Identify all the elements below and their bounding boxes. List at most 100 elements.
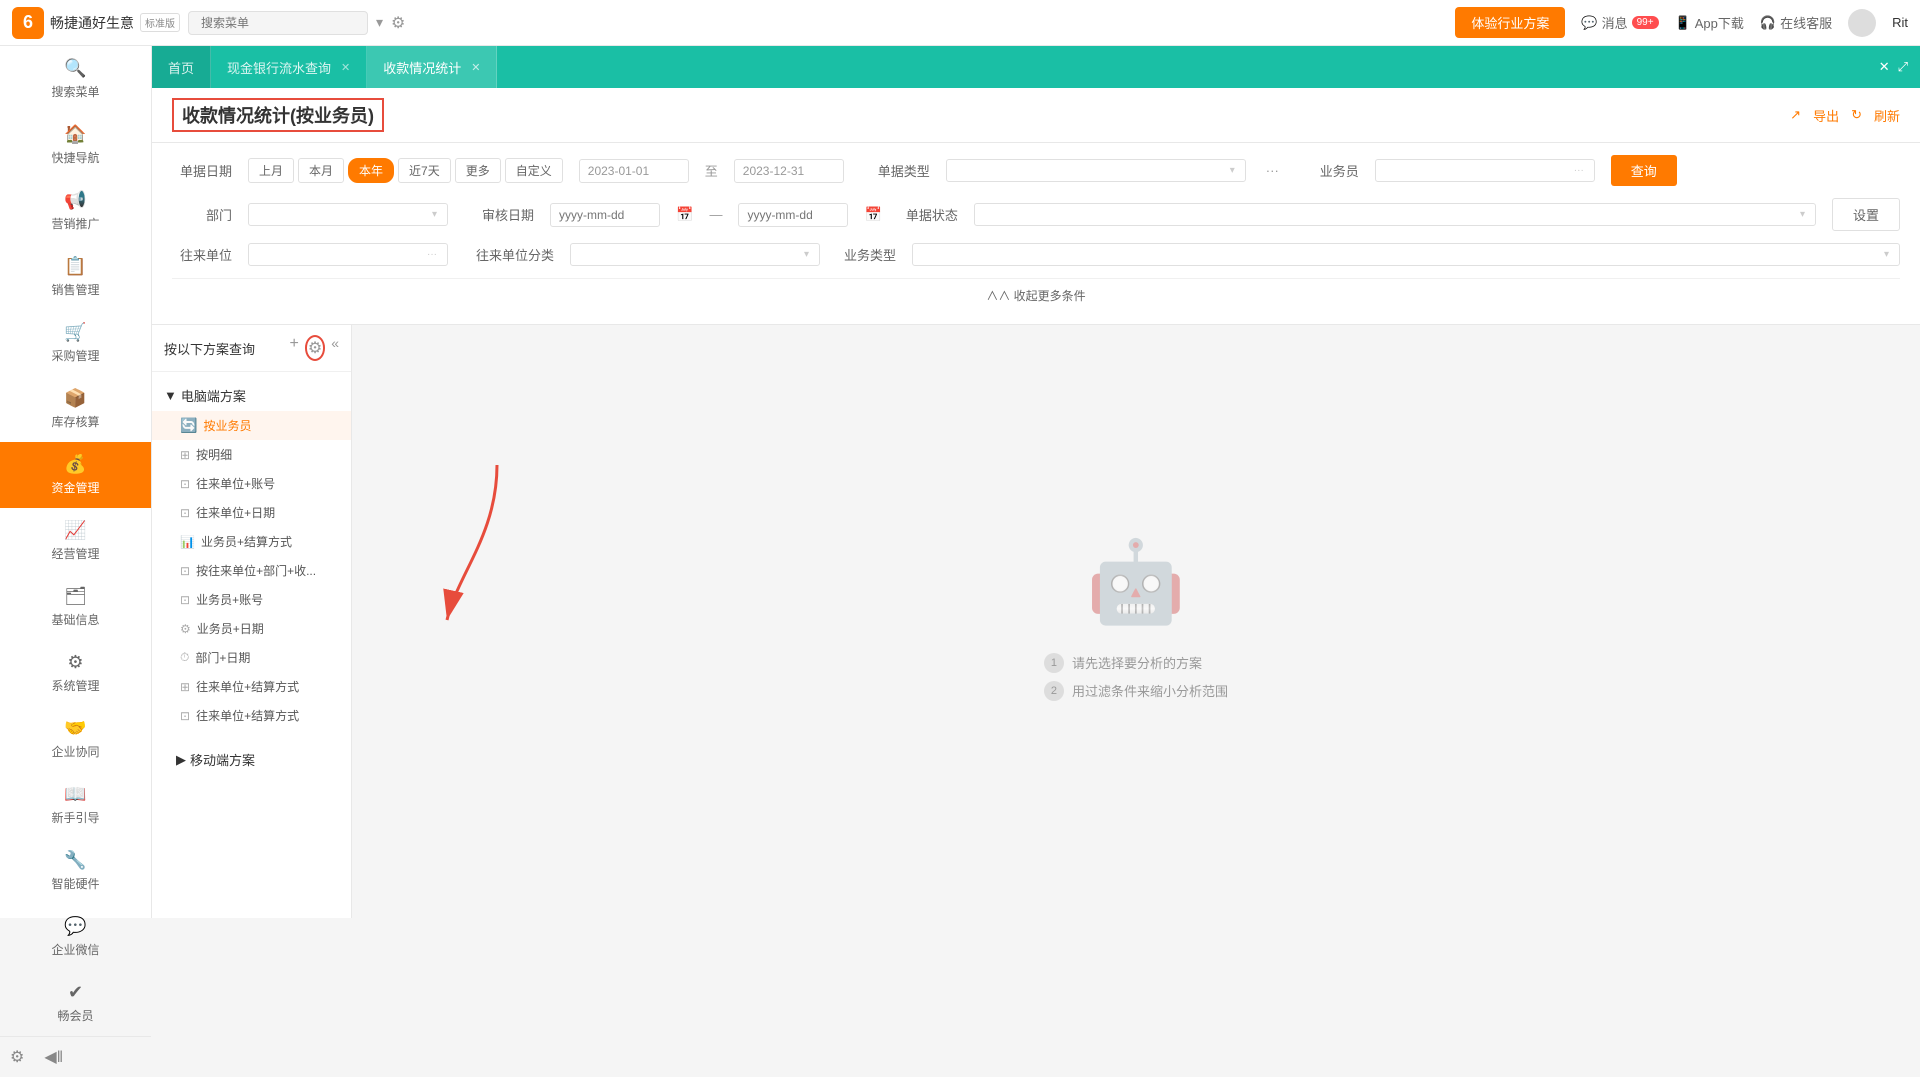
panel-header: 按以下方案查询 + ⚙ « [152,325,351,372]
hint-num-2: 2 [1044,681,1064,701]
review-end-input[interactable] [738,203,848,227]
add-scheme-icon[interactable]: + [290,335,299,361]
date-quick-select: 上月 本月 本年 近7天 更多 自定义 [248,158,563,183]
sidebar-item-basic[interactable]: 🗂 基础信息 [0,574,151,640]
sidebar-collapse-icon[interactable]: ◀‖ [34,1037,73,1077]
partner-settle2-icon: ⊡ [180,709,190,723]
ops-icon: 📈 [64,520,86,541]
sidebar-label-basic: 基础信息 [51,611,99,628]
date-btn-this-month[interactable]: 本月 [298,158,344,183]
sidebar-item-marketing[interactable]: 📢 营销推广 [0,178,151,244]
tree-item-salesman-settle[interactable]: 📊 业务员+结算方式 [152,527,351,556]
tree-item-partner-date-label: 往来单位+日期 [196,504,275,521]
date-btn-custom[interactable]: 自定义 [505,158,563,183]
sidebar-item-member[interactable]: ✔ 畅会员 [0,970,151,1036]
tree-header-desktop[interactable]: ▼ 电脑端方案 [152,380,351,411]
sidebar-item-system[interactable]: ⚙ 系统管理 [0,640,151,706]
tree-item-partner-settle2[interactable]: ⊡ 往来单位+结算方式 [152,701,351,730]
trial-button[interactable]: 体验行业方案 [1455,7,1565,38]
panel-actions: + ⚙ « [290,335,339,361]
doc-type-select[interactable]: ▾ [946,159,1246,182]
tree-item-dept-date[interactable]: ⏱ 部门+日期 [152,643,351,672]
tab-home[interactable]: 首页 [152,46,211,88]
logo-icon: 6 [12,7,44,39]
tree-item-partner-date[interactable]: ⊡ 往来单位+日期 [152,498,351,527]
tree-item-partner-settle1[interactable]: ⊞ 往来单位+结算方式 [152,672,351,701]
tree-item-detail[interactable]: ⊞ 按明细 [152,440,351,469]
tree-item-salesman-date[interactable]: ⚙ 业务员+日期 [152,614,351,643]
tree-item-dept-date-label: 部门+日期 [195,649,250,666]
export-icon: ↗ [1790,107,1801,123]
settings-button[interactable]: 设置 [1832,198,1900,231]
search-row-1: 单据日期 上月 本月 本年 近7天 更多 自定义 至 单据类型 [172,155,1900,186]
tree-item-partner-dept[interactable]: ⊡ 按往来单位+部门+收... [152,556,351,585]
collapse-panel-icon[interactable]: « [331,335,339,361]
doc-status-select[interactable]: ▾ [974,203,1816,226]
sidebar-item-hardware[interactable]: 🔧 智能硬件 [0,838,151,904]
tab-expand-icon[interactable]: ⤢ [1898,59,1908,75]
gear-scheme-icon[interactable]: ⚙ [305,335,325,361]
dropdown-arrow-icon[interactable]: ▾ [376,14,383,31]
biz-type-label: 业务类型 [836,245,896,264]
partner-type-arrow-icon: ▾ [804,249,809,260]
refresh-button[interactable]: 刷新 [1874,106,1900,125]
main-right: 🤖 1 请先选择要分析的方案 2 用过滤条件来缩小分析范围 [352,325,1920,918]
sidebar-settings-icon[interactable]: ⚙ [0,1037,34,1077]
app-download-action[interactable]: 📱 App下载 [1675,13,1744,32]
tab-close-all-icon[interactable]: ✕ [1879,59,1890,75]
dept-select[interactable]: ▾ [248,203,448,226]
header-left: 6 畅捷通好生意 标准版 ▾ ⚙ [12,7,405,39]
tab-bank[interactable]: 现金银行流水查询 ✕ [211,46,367,88]
date-btn-last-month[interactable]: 上月 [248,158,294,183]
search-panel: 单据日期 上月 本月 本年 近7天 更多 自定义 至 单据类型 [152,143,1920,325]
date-end-input[interactable] [734,159,844,183]
tab-bank-close-icon[interactable]: ✕ [341,61,350,74]
sidebar: 🔍 搜索菜单 🏠 快捷导航 📢 营销推广 📋 销售管理 🛒 采购管理 📦 库存核… [0,46,152,918]
salesman-arrow-icon: ··· [1574,165,1584,176]
sidebar-label-wechat: 企业微信 [51,941,99,958]
tree-header-mobile[interactable]: ▶ 移动端方案 [164,744,339,775]
search-input[interactable] [188,11,368,35]
tree-item-salesman-account[interactable]: ⊡ 业务员+账号 [152,585,351,614]
sidebar-label-quicknav: 快捷导航 [51,149,99,166]
tab-receipts-close-icon[interactable]: ✕ [471,61,480,74]
salesman-select[interactable]: ··· [1375,159,1595,182]
sidebar-bottom: ⚙ ◀‖ [0,1036,151,1077]
partner-type-select[interactable]: ▾ [570,243,820,266]
sidebar-item-purchase[interactable]: 🛒 采购管理 [0,310,151,376]
logo-area: 6 畅捷通好生意 标准版 [12,7,180,39]
date-btn-this-year[interactable]: 本年 [348,158,394,183]
tree-item-salesman[interactable]: 🔄 按业务员 [152,411,351,440]
sidebar-item-quicknav[interactable]: 🏠 快捷导航 [0,112,151,178]
sidebar-item-guide[interactable]: 📖 新手引导 [0,772,151,838]
date-separator: 至 [705,161,718,180]
review-start-input[interactable] [550,203,660,227]
tab-receipts[interactable]: 收款情况统计 ✕ [367,46,497,88]
date-btn-more[interactable]: 更多 [455,158,501,183]
sidebar-item-search[interactable]: 🔍 搜索菜单 [0,46,151,112]
date-start-input[interactable] [579,159,689,183]
online-service-action[interactable]: 🎧 在线客服 [1760,13,1832,32]
messages-action[interactable]: 💬 消息 99+ [1581,13,1658,32]
collapse-bar[interactable]: ∧∧ 收起更多条件 [172,278,1900,312]
sidebar-item-sales[interactable]: 📋 销售管理 [0,244,151,310]
biz-type-select[interactable]: ▾ [912,243,1900,266]
sidebar-item-wechat[interactable]: 💬 企业微信 [0,904,151,970]
sidebar-item-inventory[interactable]: 📦 库存核算 [0,376,151,442]
user-avatar[interactable] [1848,9,1876,37]
doc-type-dots[interactable]: ··· [1266,163,1279,178]
finance-icon: 💰 [64,454,86,475]
salesman-settle-icon: 📊 [180,535,195,549]
dept-arrow-icon: ▾ [432,209,437,220]
calendar-icon-2[interactable]: 📅 [864,206,881,223]
export-button[interactable]: 导出 [1813,106,1839,125]
date-btn-7days[interactable]: 近7天 [398,158,451,183]
sidebar-item-finance[interactable]: 💰 资金管理 [0,442,151,508]
sidebar-item-ops[interactable]: 📈 经营管理 [0,508,151,574]
settings-icon[interactable]: ⚙ [391,13,405,33]
tree-item-partner-account[interactable]: ⊡ 往来单位+账号 [152,469,351,498]
partner-select[interactable]: ··· [248,243,448,266]
query-button[interactable]: 查询 [1611,155,1677,186]
calendar-icon-1[interactable]: 📅 [676,206,693,223]
sidebar-item-enterprise[interactable]: 🤝 企业协同 [0,706,151,772]
